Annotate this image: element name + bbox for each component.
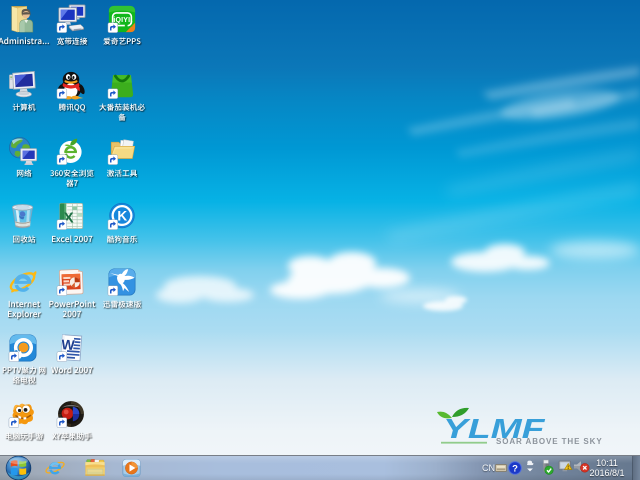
- svg-text:?: ?: [512, 464, 518, 475]
